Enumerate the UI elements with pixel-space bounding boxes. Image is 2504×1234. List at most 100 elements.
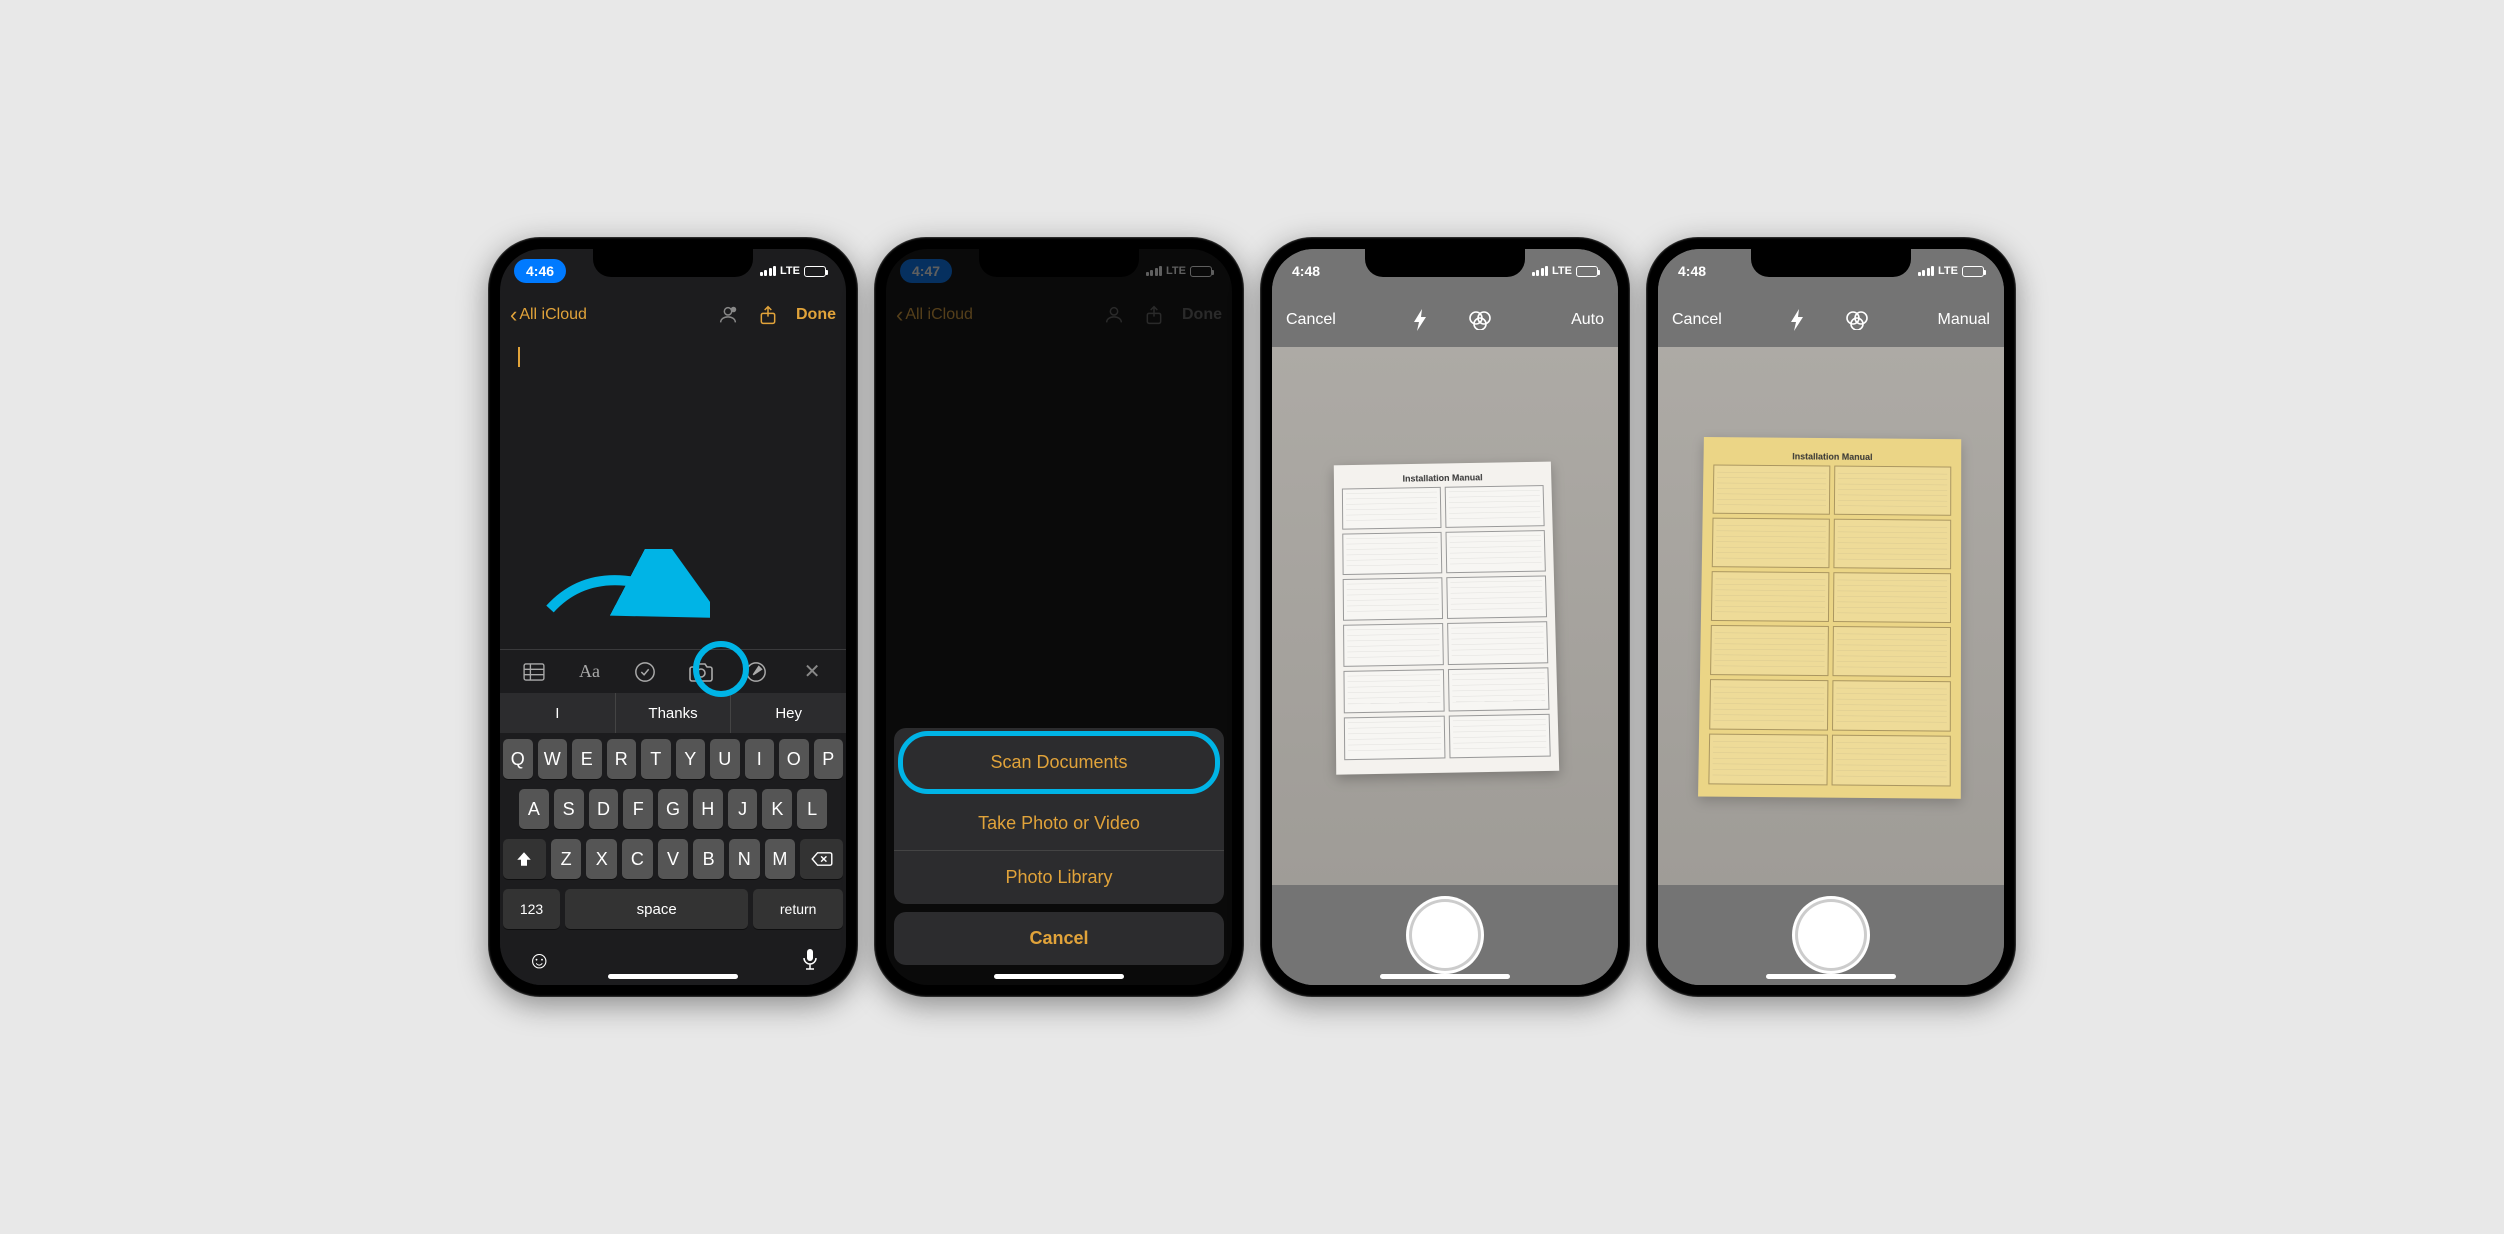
key-a[interactable]: A bbox=[519, 789, 549, 829]
space-key[interactable]: space bbox=[565, 889, 748, 929]
share-icon[interactable] bbox=[756, 303, 780, 327]
status-right: LTE bbox=[760, 265, 826, 277]
collaborate-icon[interactable]: + bbox=[716, 303, 740, 327]
notch bbox=[1365, 249, 1525, 277]
key-z[interactable]: Z bbox=[551, 839, 582, 879]
cancel-button[interactable]: Cancel bbox=[1286, 311, 1336, 329]
battery-icon bbox=[1190, 266, 1212, 277]
predictive-word-1[interactable]: I bbox=[500, 693, 616, 733]
key-c[interactable]: C bbox=[622, 839, 653, 879]
filter-icon[interactable] bbox=[1845, 310, 1869, 330]
home-indicator[interactable] bbox=[1766, 974, 1896, 979]
filter-icon[interactable] bbox=[1468, 310, 1492, 330]
shutter-button[interactable] bbox=[1412, 902, 1478, 968]
cancel-button[interactable]: Cancel bbox=[1672, 311, 1722, 329]
signal-icon bbox=[1146, 266, 1163, 276]
key-p[interactable]: P bbox=[814, 739, 844, 779]
predictive-word-3[interactable]: Hey bbox=[731, 693, 846, 733]
home-indicator[interactable] bbox=[1380, 974, 1510, 979]
back-button: ‹ All iCloud bbox=[896, 302, 973, 328]
carrier-label: LTE bbox=[780, 265, 800, 277]
status-time[interactable]: 4:46 bbox=[514, 259, 566, 283]
carrier-label: LTE bbox=[1166, 265, 1186, 277]
notch bbox=[593, 249, 753, 277]
scan-documents-option[interactable]: Scan Documents bbox=[898, 731, 1220, 794]
notch bbox=[979, 249, 1139, 277]
scan-mode-button[interactable]: Auto bbox=[1571, 311, 1604, 329]
status-time[interactable]: 4:47 bbox=[900, 259, 952, 283]
back-label: All iCloud bbox=[519, 306, 587, 324]
key-e[interactable]: E bbox=[572, 739, 602, 779]
key-s[interactable]: S bbox=[554, 789, 584, 829]
key-row-4: 123 space return bbox=[503, 889, 843, 929]
nav-bar: ‹ All iCloud + Done bbox=[500, 293, 846, 337]
tutorial-arrow-annotation bbox=[540, 549, 710, 649]
take-photo-option[interactable]: Take Photo or Video bbox=[894, 797, 1224, 851]
predictive-text-bar: I Thanks Hey bbox=[500, 693, 846, 733]
scan-toolbar: Cancel Manual bbox=[1658, 293, 2004, 347]
phone-1-notes-editor: 4:46 LTE ‹ All iCloud + Done bbox=[488, 237, 858, 997]
dictation-icon[interactable] bbox=[801, 947, 819, 975]
camera-icon[interactable] bbox=[684, 655, 718, 689]
table-icon[interactable] bbox=[517, 655, 551, 689]
key-y[interactable]: Y bbox=[676, 739, 706, 779]
key-x[interactable]: X bbox=[586, 839, 617, 879]
backspace-key[interactable] bbox=[800, 839, 843, 879]
checklist-icon[interactable] bbox=[628, 655, 662, 689]
home-indicator[interactable] bbox=[994, 974, 1124, 979]
key-k[interactable]: K bbox=[762, 789, 792, 829]
status-right: LTE bbox=[1146, 265, 1212, 277]
key-i[interactable]: I bbox=[745, 739, 775, 779]
flash-icon[interactable] bbox=[1791, 309, 1805, 331]
document-diagram-grid bbox=[1708, 465, 1951, 787]
key-f[interactable]: F bbox=[623, 789, 653, 829]
return-key[interactable]: return bbox=[753, 889, 843, 929]
shift-key[interactable] bbox=[503, 839, 546, 879]
emoji-icon[interactable]: ☺ bbox=[527, 947, 552, 975]
back-button[interactable]: ‹ All iCloud bbox=[510, 302, 587, 328]
status-time: 4:48 bbox=[1286, 259, 1326, 283]
home-indicator[interactable] bbox=[608, 974, 738, 979]
key-b[interactable]: B bbox=[693, 839, 724, 879]
key-n[interactable]: N bbox=[729, 839, 760, 879]
key-m[interactable]: M bbox=[765, 839, 796, 879]
key-v[interactable]: V bbox=[658, 839, 689, 879]
key-o[interactable]: O bbox=[779, 739, 809, 779]
photo-library-option[interactable]: Photo Library bbox=[894, 851, 1224, 904]
action-sheet: Scan Documents Take Photo or Video Photo… bbox=[894, 728, 1224, 973]
cancel-button[interactable]: Cancel bbox=[894, 912, 1224, 965]
markup-icon[interactable] bbox=[739, 655, 773, 689]
keyboard: Q W E R T Y U I O P A S D F G H J K L bbox=[500, 733, 846, 985]
key-l[interactable]: L bbox=[797, 789, 827, 829]
battery-icon bbox=[1962, 266, 1984, 277]
signal-icon bbox=[1918, 266, 1935, 276]
action-sheet-cancel-group: Cancel bbox=[894, 912, 1224, 965]
key-row-1: Q W E R T Y U I O P bbox=[503, 739, 843, 779]
action-sheet-options: Scan Documents Take Photo or Video Photo… bbox=[894, 728, 1224, 904]
key-w[interactable]: W bbox=[538, 739, 568, 779]
text-format-icon[interactable]: Aa bbox=[572, 655, 606, 689]
back-label: All iCloud bbox=[905, 306, 973, 324]
carrier-label: LTE bbox=[1552, 265, 1572, 277]
flash-icon[interactable] bbox=[1414, 309, 1428, 331]
close-toolbar-icon[interactable]: ✕ bbox=[795, 655, 829, 689]
key-t[interactable]: T bbox=[641, 739, 671, 779]
scan-mode-button[interactable]: Manual bbox=[1938, 311, 1990, 329]
predictive-word-2[interactable]: Thanks bbox=[616, 693, 732, 733]
phone-4-scan-manual: 4:48 LTE Cancel Manual Installation Manu… bbox=[1646, 237, 2016, 997]
key-r[interactable]: R bbox=[607, 739, 637, 779]
note-body[interactable] bbox=[500, 337, 846, 382]
done-button: Done bbox=[1182, 306, 1222, 324]
done-button[interactable]: Done bbox=[796, 306, 836, 324]
key-h[interactable]: H bbox=[693, 789, 723, 829]
collaborate-icon bbox=[1102, 303, 1126, 327]
key-d[interactable]: D bbox=[589, 789, 619, 829]
number-key[interactable]: 123 bbox=[503, 889, 560, 929]
keyboard-bottom-bar: ☺ bbox=[503, 939, 843, 975]
signal-icon bbox=[1532, 266, 1549, 276]
key-j[interactable]: J bbox=[728, 789, 758, 829]
key-q[interactable]: Q bbox=[503, 739, 533, 779]
shutter-button[interactable] bbox=[1798, 902, 1864, 968]
key-g[interactable]: G bbox=[658, 789, 688, 829]
key-u[interactable]: U bbox=[710, 739, 740, 779]
